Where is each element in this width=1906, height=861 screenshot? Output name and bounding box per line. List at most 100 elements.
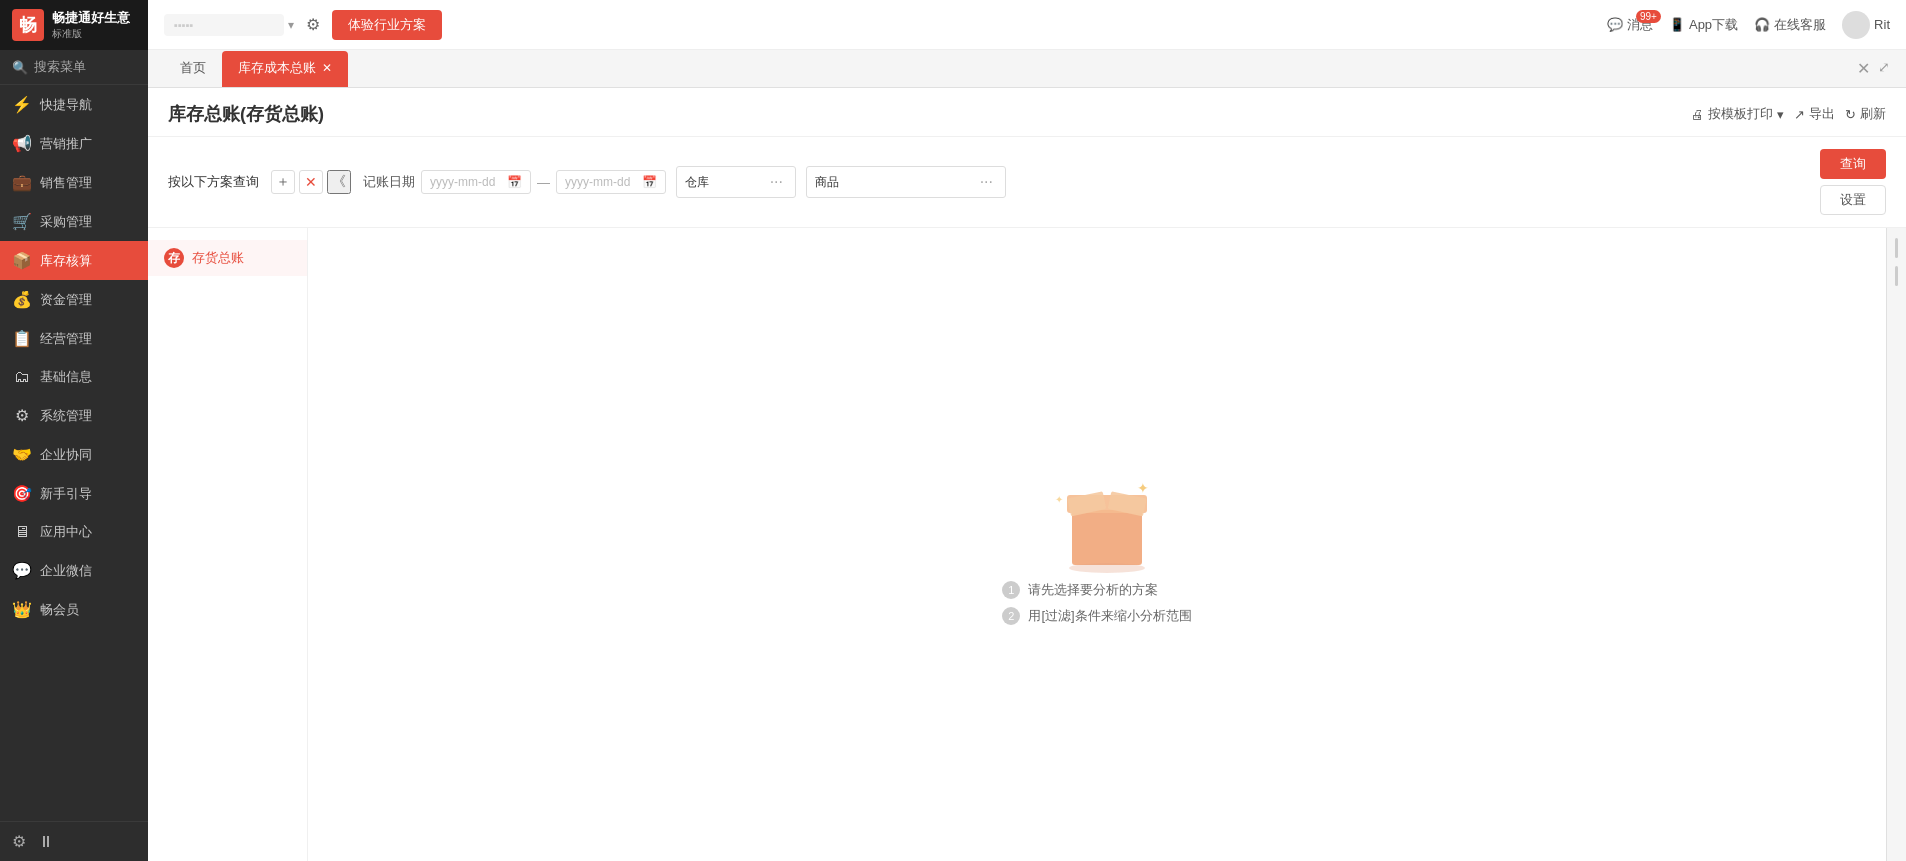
marketing-icon: 📢 [12,134,32,153]
print-icon: 🖨 [1691,107,1704,122]
topbar-chevron-icon: ▾ [288,18,294,32]
sidebar-item-label: 新手引导 [40,485,92,503]
svg-rect-0 [1072,510,1142,565]
sidebar-item-label: 系统管理 [40,407,92,425]
sidebar-item-app-center[interactable]: 🖥 应用中心 [0,513,148,551]
date-label: 记账日期 [363,173,415,191]
sidebar-item-label: 销售管理 [40,174,92,192]
topbar-search-area: ▪▪▪▪▪ ▾ [164,14,294,36]
filter-date-end[interactable]: yyyy-mm-dd 📅 [556,170,666,194]
product-label: 商品 [815,174,839,191]
page-actions: 🖨 按模板打印 ▾ ↗ 导出 ↻ 刷新 [1691,105,1886,123]
purchase-icon: 🛒 [12,212,32,231]
content-area: 库存总账(存货总账) 🖨 按模板打印 ▾ ↗ 导出 ↻ 刷新 按以下方案查询 [148,88,1906,861]
logo-icon: 畅 [12,9,44,41]
tab-home-label: 首页 [180,60,206,75]
tip-text-1: 请先选择要分析的方案 [1028,581,1158,599]
svg-point-6 [1069,563,1145,573]
sidebar-item-label: 基础信息 [40,368,92,386]
filter-bar: 按以下方案查询 ＋ ✕ 《 记账日期 yyyy-mm-dd 📅 — yyyy-m… [148,137,1906,228]
sidebar-item-wechat[interactable]: 💬 企业微信 [0,551,148,590]
sidebar-item-cooperation[interactable]: 🤝 企业协同 [0,435,148,474]
trial-button[interactable]: 体验行业方案 [332,10,442,40]
sidebar-item-label: 营销推广 [40,135,92,153]
warehouse-label: 仓库 [685,174,709,191]
message-badge: 99+ [1636,10,1661,23]
sidebar-item-finance[interactable]: 💰 资金管理 [0,280,148,319]
export-button[interactable]: ↗ 导出 [1794,105,1835,123]
empty-tip-2: 2 用[过滤]条件来缩小分析范围 [1002,607,1191,625]
scheme-item-label: 存货总账 [192,249,244,267]
sidebar-item-member[interactable]: 👑 畅会员 [0,590,148,629]
sidebar-item-label: 采购管理 [40,213,92,231]
right-panel-toggle[interactable] [1886,228,1906,861]
filter-warehouse[interactable]: 仓库 ··· [676,166,796,198]
tab-inventory-ledger[interactable]: 库存成本总账 ✕ [222,51,348,87]
topbar-user[interactable]: Rit [1842,11,1890,39]
wechat-icon: 💬 [12,561,32,580]
sidebar-settings-btn[interactable]: ⚙ [12,832,26,851]
sidebar-item-marketing[interactable]: 📢 营销推广 [0,124,148,163]
product-more-icon[interactable]: ··· [976,171,997,193]
inventory-icon: 📦 [12,251,32,270]
tab-home[interactable]: 首页 [164,51,222,87]
tab-close-panel-icon[interactable]: ✕ [1857,59,1870,78]
sidebar-search[interactable]: 🔍 搜索菜单 [0,50,148,85]
warehouse-more-icon[interactable]: ··· [766,171,787,193]
app-logo: 畅 畅捷通好生意 标准版 [0,0,148,50]
app-center-icon: 🖥 [12,523,32,541]
sidebar-item-newbie[interactable]: 🎯 新手引导 [0,474,148,513]
topbar-online-support[interactable]: 🎧 在线客服 [1754,16,1826,34]
scheme-sidebar: 存 存货总账 [148,228,308,861]
message-icon: 💬 [1607,17,1623,32]
topbar-app-download[interactable]: 📱 App下载 [1669,16,1738,34]
sidebar-collapse-btn[interactable]: ⏸ [38,833,54,851]
refresh-icon: ↻ [1845,107,1856,122]
online-support-label: 在线客服 [1774,16,1826,34]
filter-date-start[interactable]: yyyy-mm-dd 📅 [421,170,531,194]
sidebar-item-basic-info[interactable]: 🗂 基础信息 [0,358,148,396]
sidebar-item-sales[interactable]: 💼 销售管理 [0,163,148,202]
basic-info-icon: 🗂 [12,368,32,386]
sidebar-item-label: 经营管理 [40,330,92,348]
sidebar-item-operations[interactable]: 📋 经营管理 [0,319,148,358]
tip-num-1: 1 [1002,581,1020,599]
filter-warehouse-group: 仓库 ··· [676,166,796,198]
scheme-item-inventory-ledger[interactable]: 存 存货总账 [148,240,307,276]
filter-product[interactable]: 商品 ··· [806,166,1006,198]
app-download-label: App下载 [1689,16,1738,34]
topbar-message[interactable]: 💬 消息 99+ [1607,16,1653,34]
refresh-button[interactable]: ↻ 刷新 [1845,105,1886,123]
sidebar-item-system[interactable]: ⚙ 系统管理 [0,396,148,435]
filter-delete-btn[interactable]: ✕ [299,170,323,194]
empty-tip-1: 1 请先选择要分析的方案 [1002,581,1191,599]
user-name: Rit [1874,17,1890,32]
tab-active-label: 库存成本总账 [238,59,316,77]
sidebar-nav: ⚡ 快捷导航 📢 营销推广 💼 销售管理 🛒 采购管理 📦 库存核算 💰 资金管… [0,85,148,821]
sidebar-item-quick-nav[interactable]: ⚡ 快捷导航 [0,85,148,124]
tabs: 首页 库存成本总账 ✕ ✕ ⤢ [148,50,1906,88]
print-button[interactable]: 🖨 按模板打印 ▾ [1691,105,1784,123]
filter-actions: ＋ ✕ 《 [271,170,351,194]
cooperation-icon: 🤝 [12,445,32,464]
calendar-end-icon: 📅 [642,175,657,189]
query-button[interactable]: 查询 [1820,149,1886,179]
empty-state: ✦ ✦ 1 请先选择要分析的方案 2 用[过滤]条件来缩小分析范围 [308,228,1886,861]
sidebar-item-inventory[interactable]: 📦 库存核算 [0,241,148,280]
tip-num-2: 2 [1002,607,1020,625]
tab-close-icon[interactable]: ✕ [322,61,332,75]
sidebar-item-purchase[interactable]: 🛒 采购管理 [0,202,148,241]
sidebar-item-label: 快捷导航 [40,96,92,114]
operations-icon: 📋 [12,329,32,348]
svg-text:✦: ✦ [1055,494,1063,505]
topbar-gear-icon[interactable]: ⚙ [306,15,320,34]
empty-box-svg: ✦ ✦ [1047,465,1167,575]
tab-expand-icon[interactable]: ⤢ [1878,59,1890,78]
search-icon: 🔍 [12,60,28,75]
filter-add-btn[interactable]: ＋ [271,170,295,194]
sidebar-search-label: 搜索菜单 [34,58,86,76]
filter-collapse-btn[interactable]: 《 [327,170,351,194]
calendar-start-icon: 📅 [507,175,522,189]
settings-button[interactable]: 设置 [1820,185,1886,215]
topbar-search-box[interactable]: ▪▪▪▪▪ [164,14,284,36]
